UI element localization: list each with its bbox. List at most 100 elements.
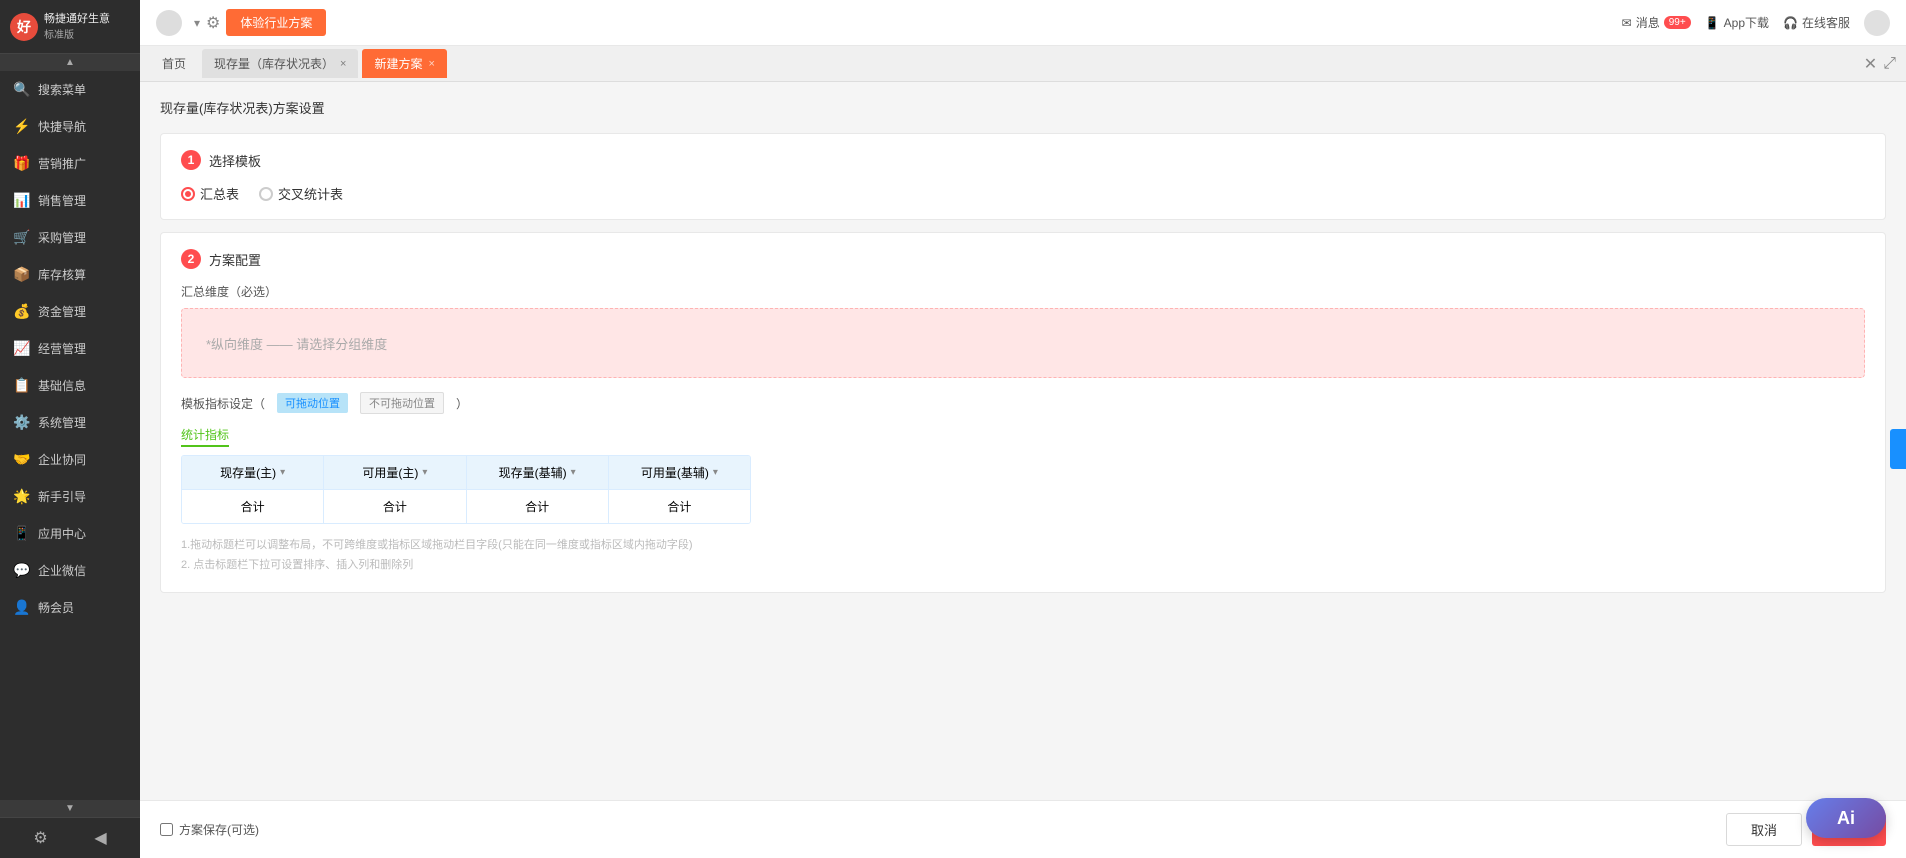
tab-expand-btn[interactable]: ⤢ xyxy=(1883,54,1896,74)
topbar-user-info xyxy=(1864,10,1890,36)
app-download-icon: 📱 xyxy=(1705,16,1720,30)
topbar-right: ✉ 消息 99+ 📱 App下载 🎧 在线客服 xyxy=(1622,10,1890,36)
main-area: ▾ ⚙ 体验行业方案 ✉ 消息 99+ 📱 App下载 🎧 在线客服 xyxy=(140,0,1906,858)
topbar: ▾ ⚙ 体验行业方案 ✉ 消息 99+ 📱 App下载 🎧 在线客服 xyxy=(140,0,1906,46)
sidebar-item-new-guide[interactable]: 🌟 新手引导 xyxy=(0,478,140,515)
message-badge: 99+ xyxy=(1664,16,1691,29)
sidebar-item-system[interactable]: ⚙️ 系统管理 xyxy=(0,404,140,441)
app-name: 畅捷通好生意 xyxy=(44,12,110,26)
tab-close-all-btn[interactable]: ✕ xyxy=(1864,54,1877,74)
topbar-left: ▾ ⚙ 体验行业方案 xyxy=(156,9,1612,36)
online-service-btn[interactable]: 🎧 在线客服 xyxy=(1783,14,1850,31)
step1-title: 选择模板 xyxy=(209,151,261,170)
save-checkbox-label[interactable]: 方案保存(可选) xyxy=(160,821,259,838)
topbar-user-pic xyxy=(1864,10,1890,36)
page-title: 现存量(库存状况表)方案设置 xyxy=(160,98,1886,117)
radio-summary[interactable]: 汇总表 xyxy=(181,184,239,203)
stats-col-header-0[interactable]: 现存量(主) ▾ xyxy=(182,456,324,489)
sidebar-scroll-up[interactable]: ▲ xyxy=(0,54,140,71)
basic-info-icon: 📋 xyxy=(14,378,30,394)
message-btn[interactable]: ✉ 消息 99+ xyxy=(1622,14,1691,31)
stats-col-header-1[interactable]: 可用量(主) ▾ xyxy=(324,456,466,489)
sidebar-item-operations[interactable]: 📈 经营管理 xyxy=(0,330,140,367)
stats-table-body: 合计 合计 合计 合计 xyxy=(182,489,750,523)
sidebar-item-label: 系统管理 xyxy=(38,414,86,431)
purchase-icon: 🛒 xyxy=(14,230,30,246)
save-checkbox[interactable] xyxy=(160,823,173,836)
search-icon: 🔍 xyxy=(14,82,30,98)
app-center-icon: 📱 xyxy=(14,526,30,542)
sidebar-item-sales[interactable]: 📊 销售管理 xyxy=(0,182,140,219)
topbar-gear-icon[interactable]: ⚙ xyxy=(206,13,220,33)
right-edge-feedback-btn[interactable] xyxy=(1890,429,1906,469)
stats-col-header-2[interactable]: 现存量(基辅) ▾ xyxy=(467,456,609,489)
sidebar-item-label: 畅会员 xyxy=(38,599,74,616)
cooperation-icon: 🤝 xyxy=(14,452,30,468)
sidebar-item-label: 企业协同 xyxy=(38,451,86,468)
dimension-label: 汇总维度（必选） xyxy=(181,283,1865,300)
app-download-label: App下载 xyxy=(1724,14,1769,31)
tab-home[interactable]: 首页 xyxy=(150,49,198,78)
topbar-dropdown-icon[interactable]: ▾ xyxy=(194,16,200,30)
tab-new-plan-close[interactable]: × xyxy=(428,58,434,70)
settings-icon[interactable]: ⚙ xyxy=(33,828,47,848)
sidebar-nav: 🔍 搜索菜单 ⚡ 快捷导航 🎁 营销推广 📊 销售管理 🛒 采购管理 📦 库存核… xyxy=(0,71,140,800)
radio-cross-circle xyxy=(259,187,273,201)
sidebar-item-marketing[interactable]: 🎁 营销推广 xyxy=(0,145,140,182)
radio-cross-label: 交叉统计表 xyxy=(278,184,343,203)
tips-section: 1.拖动标题栏可以调整布局，不可跨维度或指标区域拖动栏目字段(只能在同一维度或指… xyxy=(181,536,1865,576)
indicator-suffix: ） xyxy=(456,395,468,412)
sidebar-item-label: 搜索菜单 xyxy=(38,81,86,98)
sidebar-item-basic-info[interactable]: 📋 基础信息 xyxy=(0,367,140,404)
collapse-icon[interactable]: ◀ xyxy=(94,828,106,848)
ai-label: Ai xyxy=(1837,808,1855,829)
industry-btn[interactable]: 体验行业方案 xyxy=(226,9,326,36)
stats-section: 统计指标 现存量(主) ▾ 可用量(主) ▾ xyxy=(181,426,1865,524)
sidebar-item-search[interactable]: 🔍 搜索菜单 xyxy=(0,71,140,108)
sidebar-item-app-center[interactable]: 📱 应用中心 xyxy=(0,515,140,552)
tab-new-plan[interactable]: 新建方案 × xyxy=(362,49,446,78)
step2-title: 方案配置 xyxy=(209,250,261,269)
sidebar-item-purchase[interactable]: 🛒 采购管理 xyxy=(0,219,140,256)
stats-label: 统计指标 xyxy=(181,426,229,447)
sidebar-item-inventory[interactable]: 📦 库存核算 xyxy=(0,256,140,293)
headset-icon: 🎧 xyxy=(1783,16,1798,30)
stats-table-header: 现存量(主) ▾ 可用量(主) ▾ 现存量(基辅 xyxy=(182,456,750,489)
sidebar-item-finance[interactable]: 💰 资金管理 xyxy=(0,293,140,330)
cancel-button[interactable]: 取消 xyxy=(1726,813,1802,846)
operations-icon: 📈 xyxy=(14,341,30,357)
radio-summary-label: 汇总表 xyxy=(200,184,239,203)
dimension-box[interactable]: *纵向维度 —— 请选择分组维度 xyxy=(181,308,1865,378)
member-icon: 👤 xyxy=(14,600,30,616)
sales-icon: 📊 xyxy=(14,193,30,209)
sidebar-logo: 好 畅捷通好生意 标准版 xyxy=(0,0,140,54)
marketing-icon: 🎁 xyxy=(14,156,30,172)
chevron-down-icon-2: ▾ xyxy=(571,467,576,478)
stats-cell-value-3: 合计 xyxy=(667,500,691,514)
ai-bubble[interactable]: Ai xyxy=(1806,798,1886,838)
tab-inventory-status-close[interactable]: × xyxy=(340,58,346,70)
sidebar-scroll-down[interactable]: ▼ xyxy=(0,800,140,817)
indicator-nodrag-badge: 不可拖动位置 xyxy=(360,392,444,414)
tab-inventory-status[interactable]: 现存量（库存状况表） × xyxy=(202,49,358,78)
tab-home-label: 首页 xyxy=(162,55,186,72)
sidebar-item-label: 营销推广 xyxy=(38,155,86,172)
sidebar-item-wechat[interactable]: 💬 企业微信 xyxy=(0,552,140,589)
message-label: 消息 xyxy=(1636,14,1660,31)
app-name-block: 畅捷通好生意 标准版 xyxy=(44,12,110,41)
radio-summary-circle xyxy=(181,187,195,201)
stats-col-header-3[interactable]: 可用量(基辅) ▾ xyxy=(609,456,750,489)
radio-cross[interactable]: 交叉统计表 xyxy=(259,184,343,203)
sidebar-item-quick-nav[interactable]: ⚡ 快捷导航 xyxy=(0,108,140,145)
chevron-down-icon-3: ▾ xyxy=(713,467,718,478)
stats-col-label-3: 可用量(基辅) xyxy=(641,464,709,481)
sidebar-item-label: 经营管理 xyxy=(38,340,86,357)
sidebar-item-cooperation[interactable]: 🤝 企业协同 xyxy=(0,441,140,478)
stats-table: 现存量(主) ▾ 可用量(主) ▾ 现存量(基辅 xyxy=(181,455,751,524)
template-radio-group: 汇总表 交叉统计表 xyxy=(181,184,1865,203)
content-area: 现存量(库存状况表)方案设置 1 选择模板 汇总表 交叉统计表 2 xyxy=(140,82,1906,800)
save-label: 方案保存(可选) xyxy=(179,821,259,838)
app-download-btn[interactable]: 📱 App下载 xyxy=(1705,14,1769,31)
sidebar-item-member[interactable]: 👤 畅会员 xyxy=(0,589,140,626)
tip-1: 1.拖动标题栏可以调整布局，不可跨维度或指标区域拖动栏目字段(只能在同一维度或指… xyxy=(181,536,1865,556)
